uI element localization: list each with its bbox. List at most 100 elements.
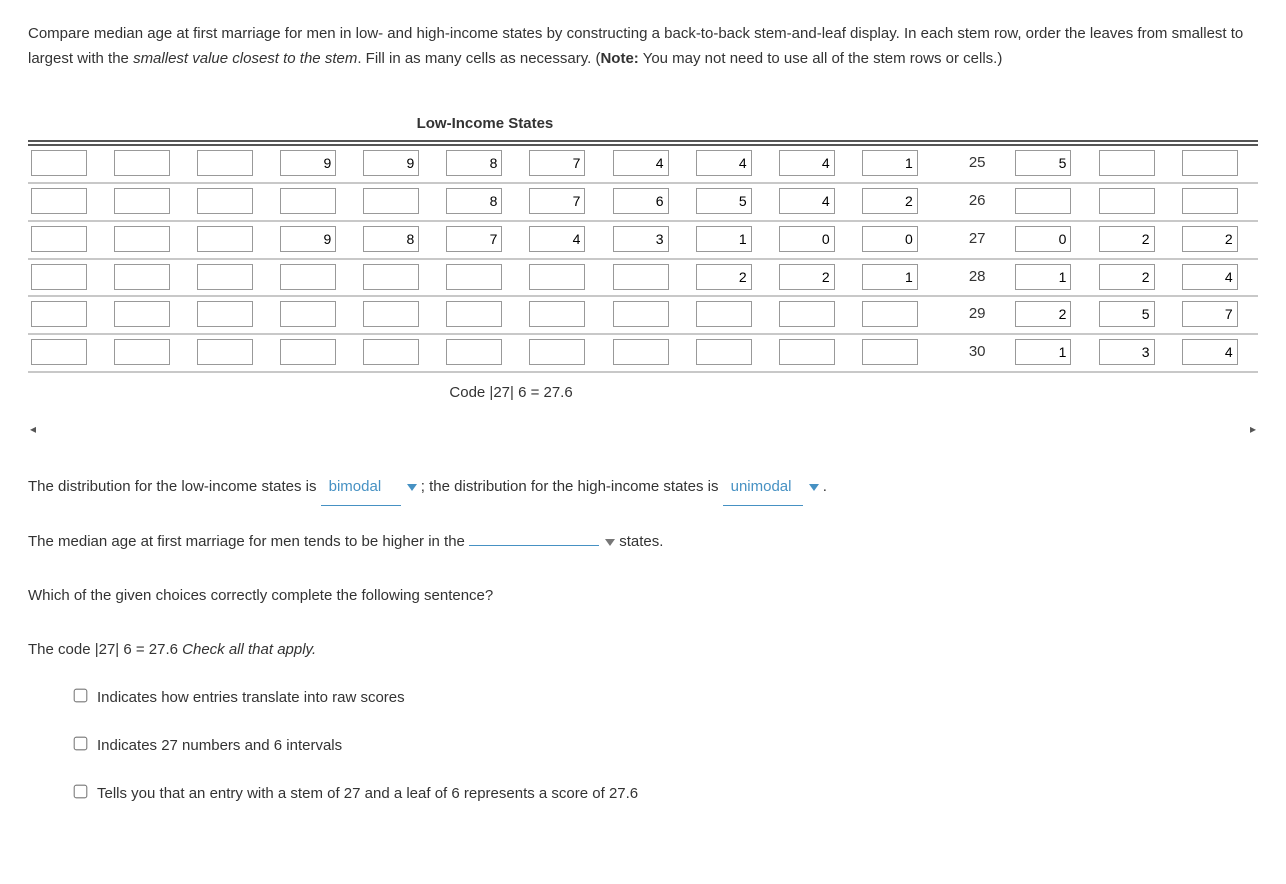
checkbox[interactable] (74, 737, 88, 751)
leaf-input-left[interactable] (613, 264, 669, 290)
leaf-input-left[interactable] (613, 301, 669, 327)
stem-value: 29 (942, 296, 1013, 332)
leaf-input-left[interactable] (779, 150, 835, 176)
leaf-input-left[interactable] (197, 150, 253, 176)
leaf-input-right[interactable] (1015, 150, 1071, 176)
leaf-input-left[interactable] (446, 339, 502, 365)
scroll-left-icon[interactable]: ◂ (30, 420, 36, 440)
leaf-input-left[interactable] (363, 339, 419, 365)
leaf-input-left[interactable] (529, 188, 585, 214)
leaf-input-left[interactable] (114, 226, 170, 252)
leaf-input-left[interactable] (613, 150, 669, 176)
chevron-down-icon[interactable] (605, 539, 615, 546)
leaf-input-left[interactable] (31, 188, 87, 214)
leaf-input-right[interactable] (1182, 301, 1238, 327)
leaf-input-left[interactable] (529, 339, 585, 365)
leaf-input-left[interactable] (446, 301, 502, 327)
leaf-input-left[interactable] (280, 188, 336, 214)
leaf-input-left[interactable] (446, 188, 502, 214)
leaf-input-left[interactable] (779, 339, 835, 365)
leaf-input-right[interactable] (1015, 301, 1071, 327)
leaf-input-left[interactable] (197, 264, 253, 290)
chevron-down-icon[interactable] (809, 484, 819, 491)
leaf-input-left[interactable] (446, 226, 502, 252)
leaf-input-left[interactable] (862, 226, 918, 252)
scroll-right-icon[interactable]: ▸ (1250, 420, 1256, 440)
stemleaf-scroll-container[interactable]: Low-Income States High-I 252627282930 Co… (28, 108, 1258, 424)
leaf-input-left[interactable] (114, 150, 170, 176)
leaf-input-right[interactable] (1015, 339, 1071, 365)
leaf-input-left[interactable] (363, 264, 419, 290)
leaf-input-left[interactable] (696, 301, 752, 327)
leaf-input-left[interactable] (779, 301, 835, 327)
leaf-input-left[interactable] (613, 226, 669, 252)
leaf-input-left[interactable] (446, 264, 502, 290)
leaf-input-right[interactable] (1015, 188, 1071, 214)
leaf-input-left[interactable] (363, 226, 419, 252)
leaf-input-right[interactable] (1099, 264, 1155, 290)
checkbox[interactable] (74, 785, 88, 799)
leaf-input-left[interactable] (779, 188, 835, 214)
leaf-input-left[interactable] (31, 150, 87, 176)
leaf-input-left[interactable] (31, 339, 87, 365)
chevron-down-icon[interactable] (407, 484, 417, 491)
table-header-high: High-I (1012, 108, 1258, 142)
leaf-input-left[interactable] (280, 301, 336, 327)
leaf-input-left[interactable] (529, 150, 585, 176)
leaf-input-left[interactable] (529, 226, 585, 252)
leaf-input-right[interactable] (1182, 188, 1238, 214)
leaf-input-left[interactable] (363, 150, 419, 176)
leaf-input-left[interactable] (862, 264, 918, 290)
leaf-input-left[interactable] (31, 226, 87, 252)
leaf-input-left[interactable] (696, 188, 752, 214)
leaf-input-left[interactable] (529, 264, 585, 290)
leaf-input-left[interactable] (197, 226, 253, 252)
leaf-input-left[interactable] (363, 188, 419, 214)
leaf-input-left[interactable] (779, 264, 835, 290)
leaf-input-left[interactable] (696, 339, 752, 365)
leaf-input-left[interactable] (280, 264, 336, 290)
leaf-input-left[interactable] (862, 339, 918, 365)
leaf-input-left[interactable] (779, 226, 835, 252)
leaf-input-left[interactable] (862, 150, 918, 176)
stem-value: 28 (942, 259, 1013, 295)
leaf-input-left[interactable] (862, 301, 918, 327)
leaf-input-left[interactable] (114, 264, 170, 290)
checkbox-option: Indicates how entries translate into raw… (70, 680, 1258, 716)
leaf-input-right[interactable] (1099, 339, 1155, 365)
leaf-input-right[interactable] (1182, 226, 1238, 252)
leaf-input-left[interactable] (114, 339, 170, 365)
leaf-input-left[interactable] (280, 226, 336, 252)
dropdown-states[interactable] (469, 531, 599, 546)
leaf-input-left[interactable] (31, 301, 87, 327)
leaf-input-left[interactable] (696, 150, 752, 176)
leaf-input-right[interactable] (1099, 301, 1155, 327)
leaf-input-right[interactable] (1182, 339, 1238, 365)
leaf-input-left[interactable] (529, 301, 585, 327)
leaf-input-left[interactable] (197, 301, 253, 327)
leaf-input-left[interactable] (363, 301, 419, 327)
leaf-input-left[interactable] (280, 150, 336, 176)
leaf-input-right[interactable] (1182, 264, 1238, 290)
leaf-input-left[interactable] (280, 339, 336, 365)
dropdown-low-dist[interactable]: bimodal (321, 469, 401, 506)
leaf-input-left[interactable] (613, 339, 669, 365)
leaf-input-left[interactable] (197, 339, 253, 365)
dropdown-high-dist[interactable]: unimodal (723, 469, 803, 506)
leaf-input-left[interactable] (31, 264, 87, 290)
leaf-input-right[interactable] (1182, 150, 1238, 176)
checkbox[interactable] (74, 689, 88, 703)
leaf-input-left[interactable] (114, 188, 170, 214)
leaf-input-left[interactable] (197, 188, 253, 214)
leaf-input-left[interactable] (114, 301, 170, 327)
leaf-input-right[interactable] (1099, 226, 1155, 252)
leaf-input-right[interactable] (1015, 264, 1071, 290)
leaf-input-right[interactable] (1015, 226, 1071, 252)
leaf-input-right[interactable] (1099, 150, 1155, 176)
leaf-input-right[interactable] (1099, 188, 1155, 214)
leaf-input-left[interactable] (613, 188, 669, 214)
leaf-input-left[interactable] (862, 188, 918, 214)
leaf-input-left[interactable] (446, 150, 502, 176)
leaf-input-left[interactable] (696, 226, 752, 252)
leaf-input-left[interactable] (696, 264, 752, 290)
